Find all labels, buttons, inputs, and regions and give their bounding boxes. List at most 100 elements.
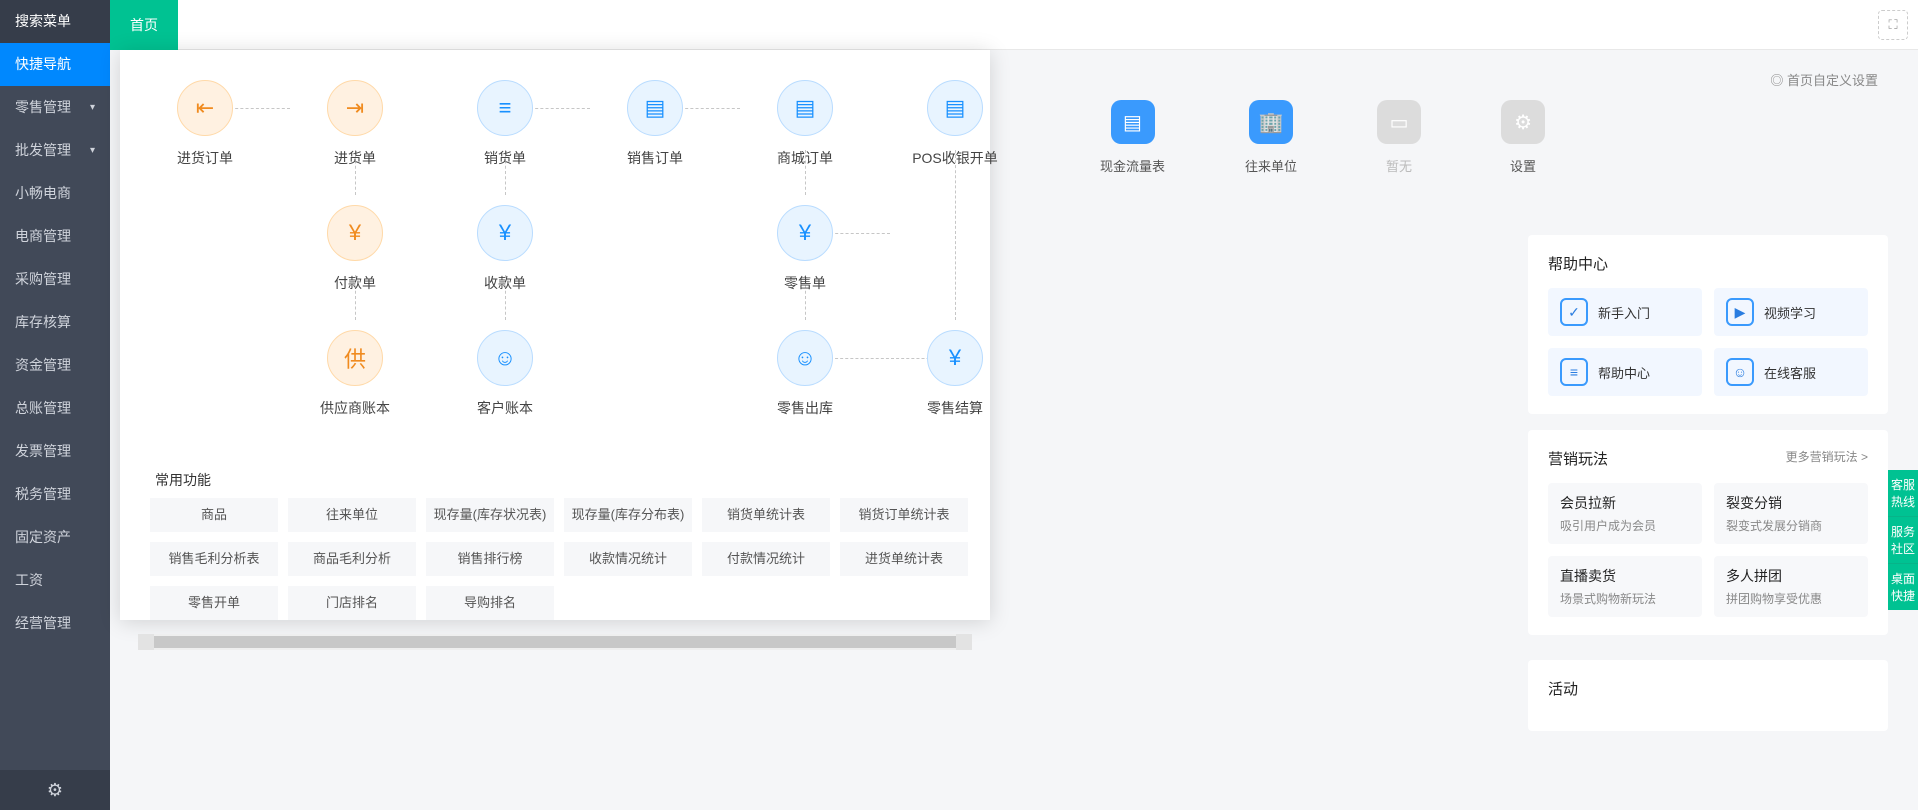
node-payment[interactable]: ¥付款单 (280, 205, 430, 293)
node-mall-order[interactable]: ▤商城订单 (730, 80, 880, 168)
doc-icon: ▤ (627, 80, 683, 136)
shortcut-cashflow[interactable]: ▤ 现金流量表 (1100, 100, 1165, 175)
shortcut-contacts[interactable]: 🏢 往来单位 (1245, 100, 1297, 175)
fn-sale-bill-stat[interactable]: 销货单统计表 (702, 498, 830, 532)
float-hotline[interactable]: 客服热线 (1888, 470, 1918, 517)
doc-icon: ✓ (1560, 298, 1588, 326)
fn-guide-rank[interactable]: 导购排名 (426, 586, 554, 620)
fn-store-rank[interactable]: 门店排名 (288, 586, 416, 620)
node-purchase-order[interactable]: ⇤进货订单 (130, 80, 280, 168)
fn-sale-order-stat[interactable]: 销货订单统计表 (840, 498, 968, 532)
customer-icon: ☺ (477, 330, 533, 386)
panel-help: 帮助中心 ✓新手入门 ▶视频学习 ≡帮助中心 ☺在线客服 (1528, 235, 1888, 414)
fullscreen-button[interactable]: ⛶ (1878, 10, 1908, 40)
node-sale-bill[interactable]: ≡销货单 (430, 80, 580, 168)
fn-payment-stat[interactable]: 付款情况统计 (702, 542, 830, 576)
help-video[interactable]: ▶视频学习 (1714, 288, 1868, 336)
order-out-icon: ⇥ (327, 80, 383, 136)
sidebar-item-operation[interactable]: 经营管理 (0, 602, 110, 645)
help-center[interactable]: ≡帮助中心 (1548, 348, 1702, 396)
sidebar-settings-button[interactable]: ⚙ (0, 770, 110, 810)
outbound-icon: ☺ (777, 330, 833, 386)
sidebar-item-salary[interactable]: 工资 (0, 559, 110, 602)
scrollbar-thumb[interactable] (154, 636, 956, 648)
float-community[interactable]: 服务社区 (1888, 517, 1918, 564)
mkt-fission[interactable]: 裂变分销裂变式发展分销商 (1714, 483, 1868, 544)
shortcut-none[interactable]: ▭ 暂无 (1377, 100, 1421, 175)
help-getting-started[interactable]: ✓新手入门 (1548, 288, 1702, 336)
shortcut-row: ▤ 现金流量表 🏢 往来单位 ▭ 暂无 ⚙ 设置 (1100, 100, 1545, 175)
fn-product[interactable]: 商品 (150, 498, 278, 532)
fn-sale-profit[interactable]: 销售毛利分析表 (150, 542, 278, 576)
panel-title: 活动 (1548, 678, 1868, 699)
sidebar-item-inventory[interactable]: 库存核算 (0, 301, 110, 344)
common-functions-title: 常用功能 (155, 470, 980, 490)
fn-contact[interactable]: 往来单位 (288, 498, 416, 532)
node-supplier-ledger[interactable]: 供供应商账本 (280, 330, 430, 418)
panel-activity: 活动 (1528, 660, 1888, 731)
placeholder-icon: ▭ (1377, 100, 1421, 144)
mkt-member[interactable]: 会员拉新吸引用户成为会员 (1548, 483, 1702, 544)
shortcut-settings[interactable]: ⚙ 设置 (1501, 100, 1545, 175)
fn-retail-open[interactable]: 零售开单 (150, 586, 278, 620)
flow-connector (955, 150, 956, 320)
pos-icon: ▤ (927, 80, 983, 136)
supplier-icon: 供 (327, 330, 383, 386)
sidebar-item-tax[interactable]: 税务管理 (0, 473, 110, 516)
panel-title: 营销玩法 更多营销玩法 > (1548, 448, 1868, 469)
node-retail-settle[interactable]: ¥零售结算 (880, 330, 1030, 418)
sidebar-item-wholesale[interactable]: 批发管理▾ (0, 129, 110, 172)
sidebar-item-retail[interactable]: 零售管理▾ (0, 86, 110, 129)
node-customer-ledger[interactable]: ☺客户账本 (430, 330, 580, 418)
mkt-live[interactable]: 直播卖货场景式购物新玩法 (1548, 556, 1702, 617)
fn-purchase-stat[interactable]: 进货单统计表 (840, 542, 968, 576)
node-sale-order[interactable]: ▤销售订单 (580, 80, 730, 168)
sidebar-item-xiaochang[interactable]: 小畅电商 (0, 172, 110, 215)
sidebar-item-ledger[interactable]: 总账管理 (0, 387, 110, 430)
tab-home[interactable]: 首页 (110, 0, 178, 50)
gear-icon: ⚙ (1501, 100, 1545, 144)
sidebar-search[interactable]: 搜索菜单 (0, 0, 110, 43)
gear-icon: ⚙ (47, 780, 63, 801)
order-in-icon: ⇤ (177, 80, 233, 136)
headset-icon: ☺ (1726, 358, 1754, 386)
sidebar-item-quicknav[interactable]: 快捷导航 (0, 43, 110, 86)
mall-icon: ▤ (777, 80, 833, 136)
sidebar: 搜索菜单 快捷导航 零售管理▾ 批发管理▾ 小畅电商 电商管理 采购管理 库存核… (0, 0, 110, 810)
fn-stock-dist[interactable]: 现存量(库存分布表) (564, 498, 692, 532)
bill-icon: ≡ (477, 80, 533, 136)
help-support[interactable]: ☺在线客服 (1714, 348, 1868, 396)
sidebar-item-fixedasset[interactable]: 固定资产 (0, 516, 110, 559)
fn-stock-status[interactable]: 现存量(库存状况表) (426, 498, 554, 532)
customize-home-link[interactable]: 首页自定义设置 (1770, 70, 1878, 89)
fn-sale-rank[interactable]: 销售排行榜 (426, 542, 554, 576)
node-purchase-bill[interactable]: ⇥进货单 (280, 80, 430, 168)
function-grid: 商品 往来单位 现存量(库存状况表) 现存量(库存分布表) 销货单统计表 销货订… (130, 498, 980, 620)
chevron-down-icon: ▾ (90, 129, 95, 172)
quicknav-popover: ⇤进货订单 ⇥进货单 ≡销货单 ▤销售订单 ▤商城订单 ▤POS收银开单 ¥付款… (120, 50, 990, 620)
settle-icon: ¥ (927, 330, 983, 386)
mkt-group[interactable]: 多人拼团拼团购物享受优惠 (1714, 556, 1868, 617)
marketing-more-link[interactable]: 更多营销玩法 > (1786, 448, 1868, 465)
book-icon: ≡ (1560, 358, 1588, 386)
panel-marketing: 营销玩法 更多营销玩法 > 会员拉新吸引用户成为会员 裂变分销裂变式发展分销商 … (1528, 430, 1888, 635)
video-icon: ▶ (1726, 298, 1754, 326)
chevron-down-icon: ▾ (90, 86, 95, 129)
sidebar-item-ecommerce[interactable]: 电商管理 (0, 215, 110, 258)
horizontal-scrollbar[interactable] (138, 634, 972, 650)
floating-actions: 客服热线 服务社区 桌面快捷 (1888, 470, 1918, 610)
payment-icon: ¥ (327, 205, 383, 261)
node-pos[interactable]: ▤POS收银开单 (880, 80, 1030, 168)
fn-product-profit[interactable]: 商品毛利分析 (288, 542, 416, 576)
sidebar-item-purchase[interactable]: 采购管理 (0, 258, 110, 301)
topbar: 首页 ⛶ (110, 0, 1918, 50)
sidebar-item-funds[interactable]: 资金管理 (0, 344, 110, 387)
building-icon: 🏢 (1249, 100, 1293, 144)
node-receipt[interactable]: ¥收款单 (430, 205, 580, 293)
float-desktop[interactable]: 桌面快捷 (1888, 564, 1918, 610)
fn-receipt-stat[interactable]: 收款情况统计 (564, 542, 692, 576)
node-retail-bill[interactable]: ¥零售单 (730, 205, 880, 293)
node-retail-out[interactable]: ☺零售出库 (730, 330, 880, 418)
sidebar-item-invoice[interactable]: 发票管理 (0, 430, 110, 473)
receipt-icon: ¥ (477, 205, 533, 261)
